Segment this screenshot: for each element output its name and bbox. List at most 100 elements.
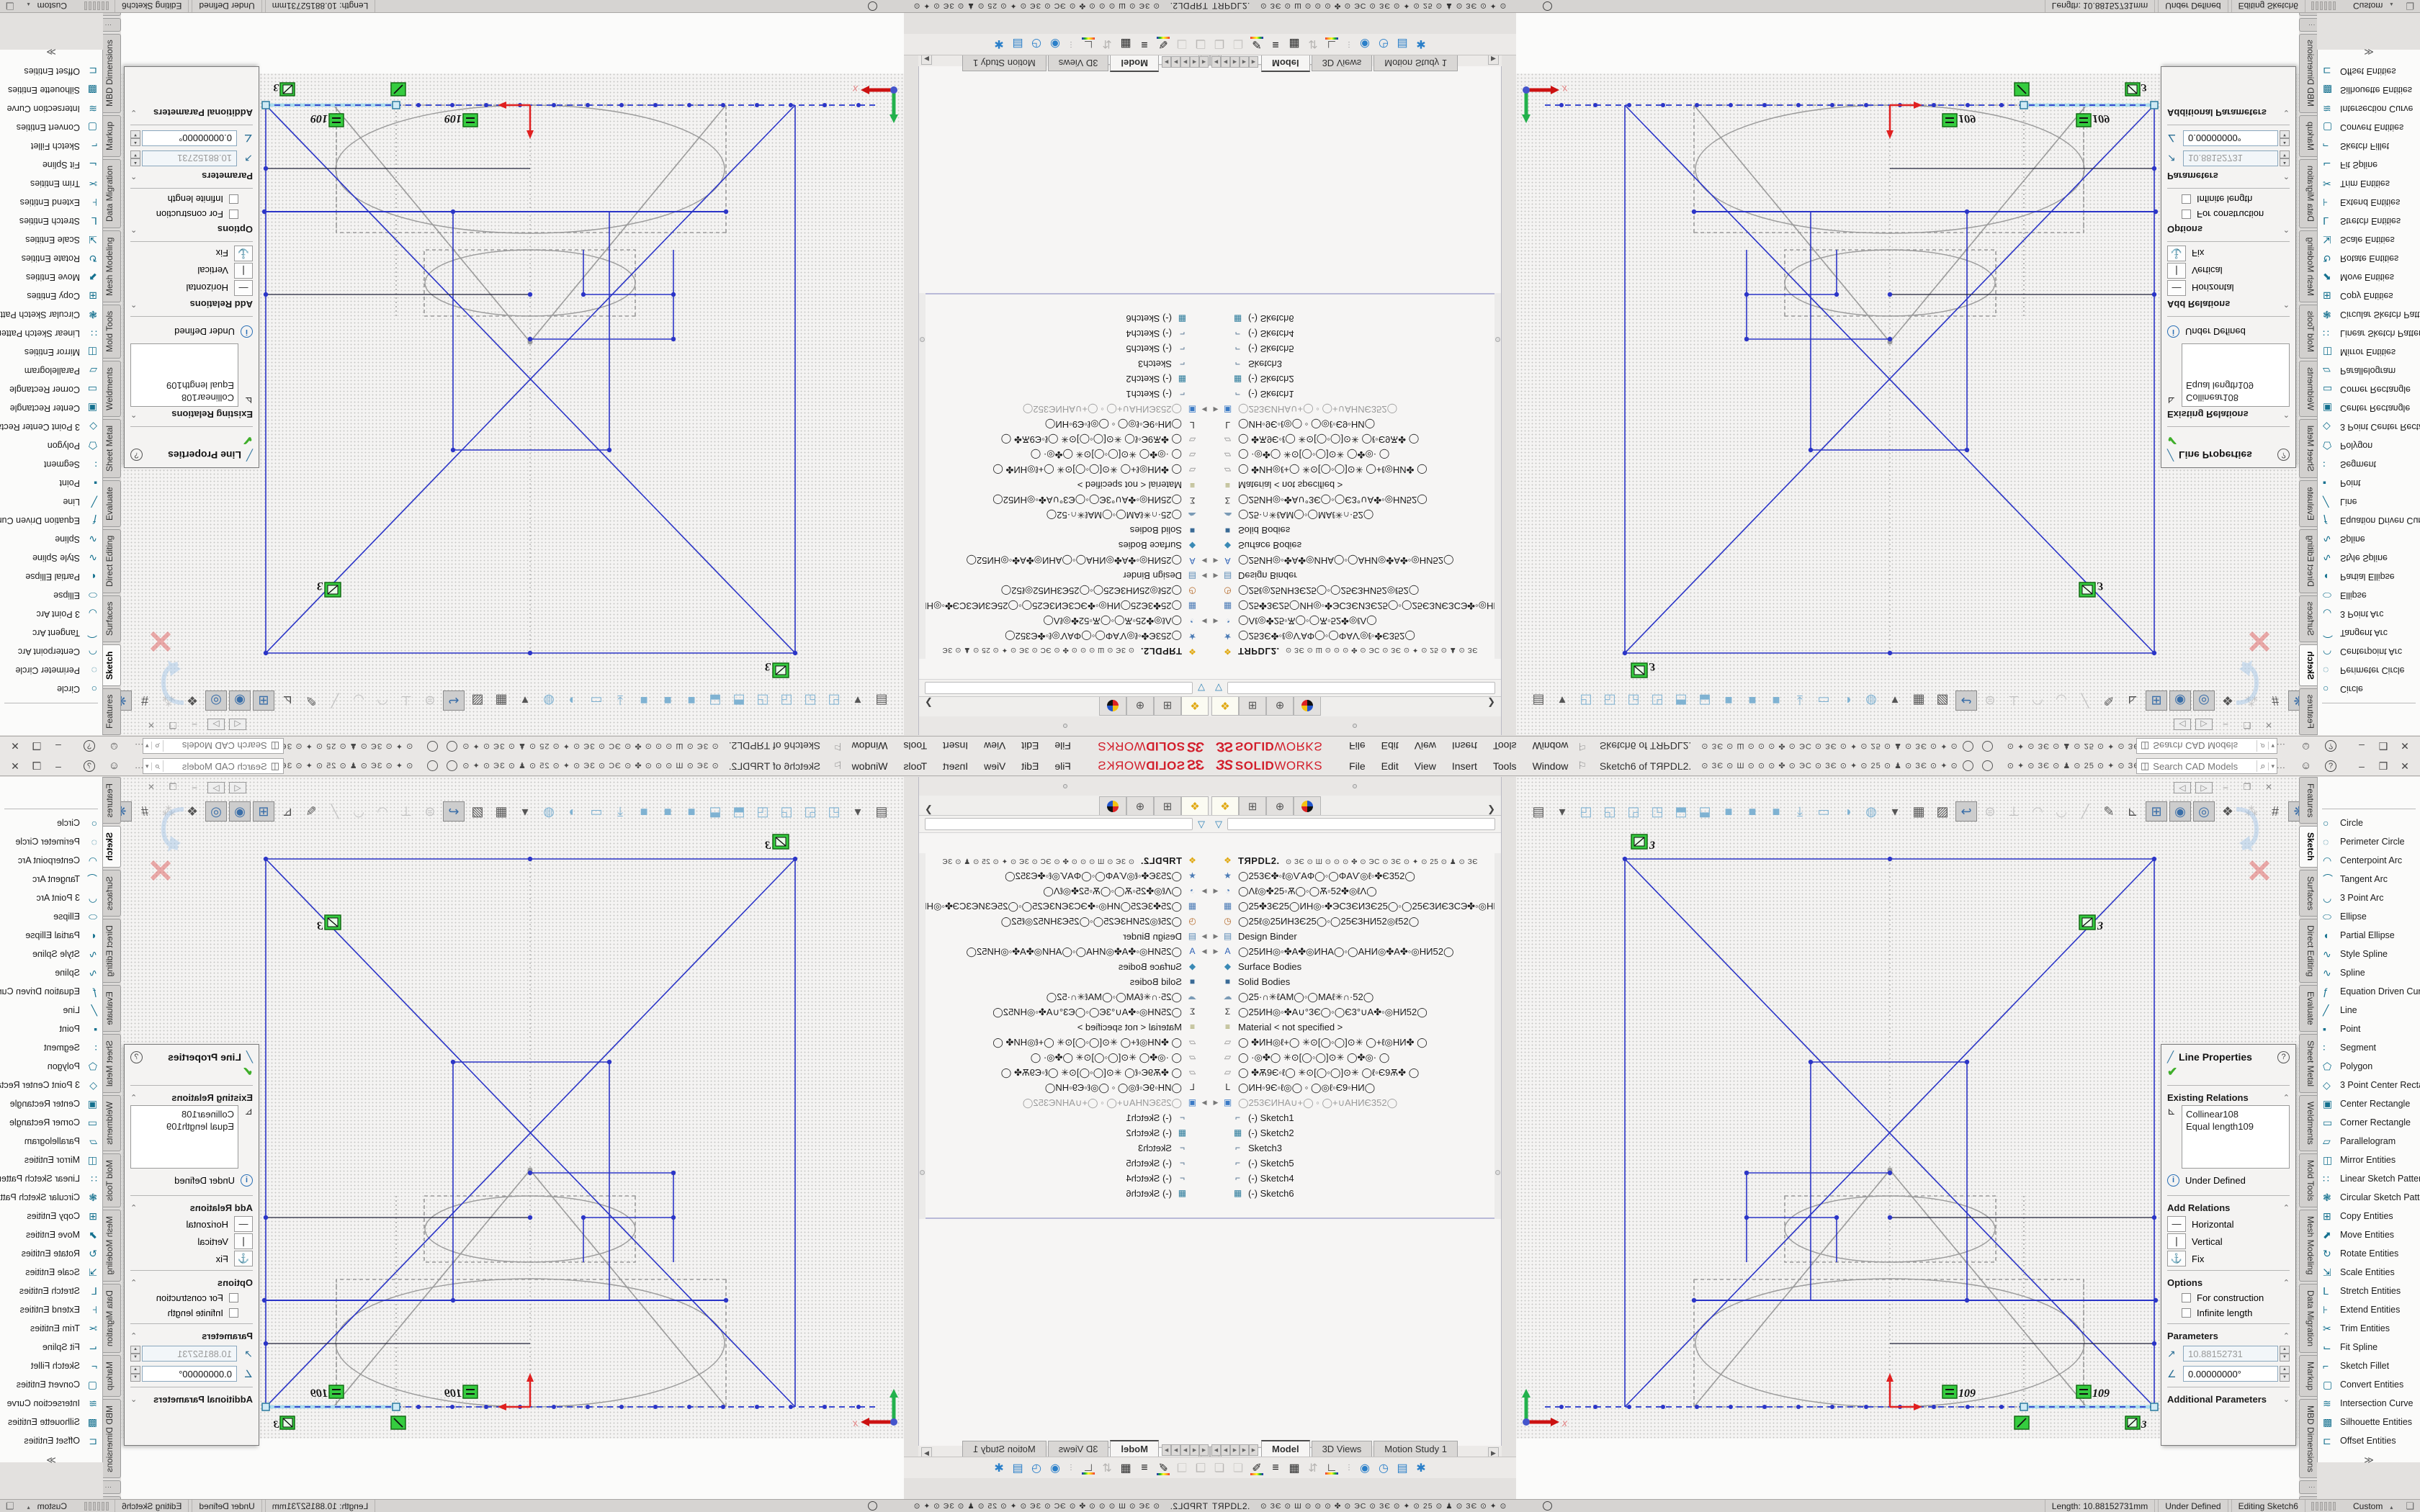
command-tab-mbd-dimensions[interactable]: MBD Dimensions (103, 1399, 121, 1479)
minimize-button[interactable]: – (2351, 760, 2372, 772)
tree-item[interactable]: ◷◯25ℓ◎25ИН3Є25◯◦◯25Є3НИ52◎ℓ52◯ (1210, 914, 1495, 929)
command-tab-⋮[interactable]: ⋮ (2299, 1480, 2317, 1494)
folder-check-icon[interactable]: ▤ (1008, 37, 1027, 52)
tool-segment[interactable]: ∶Segment (2318, 1038, 2420, 1057)
tool-point[interactable]: ▪Point (0, 1020, 102, 1038)
restore-button[interactable]: ❒ (26, 740, 48, 752)
tool-circular-sketch-pattern[interactable]: ❃Circular Sketch Pattern (0, 305, 102, 324)
tree-item[interactable]: ▦(-) Sketch6 (925, 311, 1210, 326)
tool-3-point-arc[interactable]: ◡3 Point Arc (0, 605, 102, 624)
tab-model[interactable]: Model (1110, 55, 1159, 72)
tool-partial-ellipse[interactable]: ◖Partial Ellipse (0, 926, 102, 945)
option-infinite-length[interactable]: Infinite length (125, 1305, 259, 1320)
command-tab-direct-editing[interactable]: Direct Editing (103, 529, 121, 593)
tool-perimeter-circle[interactable]: ◌Perimeter Circle (0, 832, 102, 851)
checkbox[interactable] (229, 210, 238, 219)
filter-input[interactable] (1227, 818, 1495, 830)
panel-expand-icon[interactable]: ❯ (1487, 697, 1495, 708)
tool-parallelogram[interactable]: ▱Parallelogram (2318, 1132, 2420, 1151)
tool-trim-entities[interactable]: ✂Trim Entities (2318, 174, 2420, 193)
tool-polygon[interactable]: ⬠Polygon (0, 436, 102, 455)
tool-move-entities[interactable]: ⬈Move Entities (2318, 268, 2420, 287)
command-tab-weldments[interactable]: Weldments (103, 361, 121, 417)
more-tools-icon[interactable]: ≫ (0, 46, 102, 58)
sketch-points[interactable] (262, 857, 861, 1409)
command-tab-direct-editing[interactable]: Direct Editing (2299, 919, 2317, 983)
tree-item[interactable]: ▶◔◯Λℓ◎✤25◦Ѫ◯◦◯Ѫ◦52✤◎ℓΛ◯ (1210, 883, 1495, 899)
tree-item[interactable]: ⌐(-) Sketch5 (1210, 341, 1495, 356)
featuremanager-tree-tab[interactable]: ❖ (1211, 796, 1239, 815)
menu-edit[interactable]: Edit (1373, 757, 1407, 775)
tree-item[interactable]: ▱◯ ✤ИН◎ℓ+◯ ✳⊙[◯◦◯]⊙✳ ◯+ℓ◎НИ✤ ◯ (1210, 462, 1495, 477)
tree-item[interactable]: ▶▣◯253ЄИНА∪+◯ ◦ ◯+∪АНИЄ352◯ (1210, 402, 1495, 417)
gear-icon[interactable]: ✱ (1412, 37, 1430, 52)
parameter-value[interactable]: 0.00000000° (142, 1366, 237, 1382)
command-tab-evaluate[interactable]: Evaluate (2299, 985, 2317, 1032)
tree-item[interactable]: ⌐Sketch3 (1210, 356, 1495, 372)
tree-item[interactable]: ▦(-) Sketch2 (925, 1125, 1210, 1140)
sketch-points[interactable] (1559, 857, 2158, 1409)
pin-icon[interactable]: ⚐ (1577, 760, 1587, 772)
panel-expand-icon[interactable]: ❯ (925, 804, 933, 815)
layer-stack-icon[interactable]: ❏ (1229, 1461, 1247, 1475)
tool-line[interactable]: ╱Line (2318, 492, 2420, 511)
search-cad-models[interactable]: ◫ ⌕ ▾ (143, 738, 284, 754)
tool-fit-spline[interactable]: ⌙Fit Spline (0, 1338, 102, 1356)
axes-rainbow-icon[interactable]: ∟ (1079, 38, 1098, 51)
checkbox[interactable] (229, 1308, 238, 1318)
tree-item[interactable]: ⌐(-) Sketch4 (1210, 1171, 1495, 1186)
tree-item[interactable]: ▦◯25✤3Є25◯ИН◎◦✤ЭСЗЄИЗЄ25◯◦◯25ЄЗИЄЗСЭ✤◦◎Н… (1210, 899, 1495, 914)
tool-spline[interactable]: ∿Spline (2318, 963, 2420, 982)
fix-relation-button[interactable]: ⚓Fix (125, 245, 259, 262)
parameter-value[interactable]: 0.00000000° (142, 130, 237, 146)
tool-scale-entities[interactable]: ⇲Scale Entities (0, 230, 102, 249)
tab-motion-study-1[interactable]: Motion Study 1 (1373, 55, 1458, 71)
panel-expand-icon[interactable]: ❯ (1487, 804, 1495, 815)
search-cad-models[interactable]: ◫ ⌕ ▾ (143, 758, 284, 774)
collapse-icon[interactable]: ⌃ (130, 1093, 137, 1102)
appearance-brush-icon[interactable]: ✐ (1247, 37, 1266, 52)
axes-rainbow-icon[interactable]: ∟ (1322, 38, 1341, 51)
restore-button[interactable]: ❒ (2372, 760, 2394, 773)
line-thickness-icon[interactable]: ≡ (1266, 1462, 1285, 1475)
command-tab-data-migration[interactable]: Data Migration (2299, 1284, 2317, 1353)
clock-blue-icon[interactable]: ◷ (1374, 1461, 1393, 1475)
menu-file[interactable]: File (1341, 738, 1373, 755)
option-infinite-length[interactable]: Infinite length (125, 192, 259, 207)
tool-line[interactable]: ╱Line (2318, 1001, 2420, 1020)
search-dropdown-icon[interactable]: ▾ (143, 742, 152, 750)
tool-linear-sketch-pattern[interactable]: ∷Linear Sketch Pattern (0, 324, 102, 343)
tool-scale-entities[interactable]: ⇲Scale Entities (2318, 1263, 2420, 1282)
close-button[interactable]: ✕ (4, 740, 26, 752)
checkbox[interactable] (2182, 1308, 2191, 1318)
tree-item[interactable]: Ⅼ◯ИН◦9Є◦ℓ◎◯ ◦ ◯◎ℓ◦Є9◦НИ◯ (1210, 417, 1495, 432)
menu-tools[interactable]: Tools (895, 738, 935, 755)
tree-item[interactable]: ▦◯25✤3Є25◯ИН◎◦✤ЭСЗЄИЗЄ25◯◦◯25ЄЗИЄЗСЭ✤◦◎Н… (1210, 598, 1495, 613)
tool-center-rectangle[interactable]: ▣Center Rectangle (2318, 399, 2420, 418)
tab-model[interactable]: Model (1261, 1440, 1310, 1457)
menu-insert[interactable]: Insert (1444, 738, 1485, 755)
relation-entry[interactable]: Equal length109 (2186, 379, 2285, 392)
command-tab-surfaces[interactable]: Surfaces (103, 595, 121, 642)
tool-convert-entities[interactable]: ▢Convert Entities (0, 118, 102, 137)
tool-sketch-fillet[interactable]: ⌐Sketch Fillet (0, 1356, 102, 1375)
collapse-icon[interactable]: ⌃ (2283, 410, 2290, 419)
spinner[interactable]: ▲▼ (2280, 130, 2290, 146)
tool-extend-entities[interactable]: ⊦Extend Entities (0, 1300, 102, 1319)
tool-3-point-arc[interactable]: ◡3 Point Arc (0, 888, 102, 907)
tool-partial-ellipse[interactable]: ◖Partial Ellipse (0, 567, 102, 586)
tool-linear-sketch-pattern[interactable]: ∷Linear Sketch Pattern (2318, 324, 2420, 343)
option-infinite-length[interactable]: Infinite length (2161, 192, 2295, 207)
tree-item[interactable]: ■Solid Bodies (925, 523, 1210, 538)
hatch-table-icon[interactable]: ▦ (1285, 37, 1304, 52)
tree-item[interactable]: ▱◯ ✤Ѫ9Є◦ℓ◯ ✳⊙[◯◦◯]⊙✳ ◯ℓ◦Є9Ѫ✤ ◯ (1210, 432, 1495, 447)
camera-check-icon[interactable]: ◉ (1046, 1461, 1065, 1475)
command-tab-⋮[interactable]: ⋮ (2299, 18, 2317, 32)
displaymanager-tab[interactable] (1099, 697, 1126, 716)
tree-item[interactable]: ▶◔◯Λℓ◎✤25◦Ѫ◯◦◯Ѫ◦52✤◎ℓΛ◯ (925, 883, 1210, 899)
tool-style-spline[interactable]: ∿Style Spline (0, 945, 102, 963)
tab-nav-button[interactable]: ◀ (1211, 1444, 1221, 1456)
command-tab-mesh-modeling[interactable]: Mesh Modeling (2299, 1210, 2317, 1281)
relation-entry[interactable]: Collinear108 (2186, 392, 2285, 404)
status-corner-icon[interactable]: ❏ (2406, 1, 2414, 12)
